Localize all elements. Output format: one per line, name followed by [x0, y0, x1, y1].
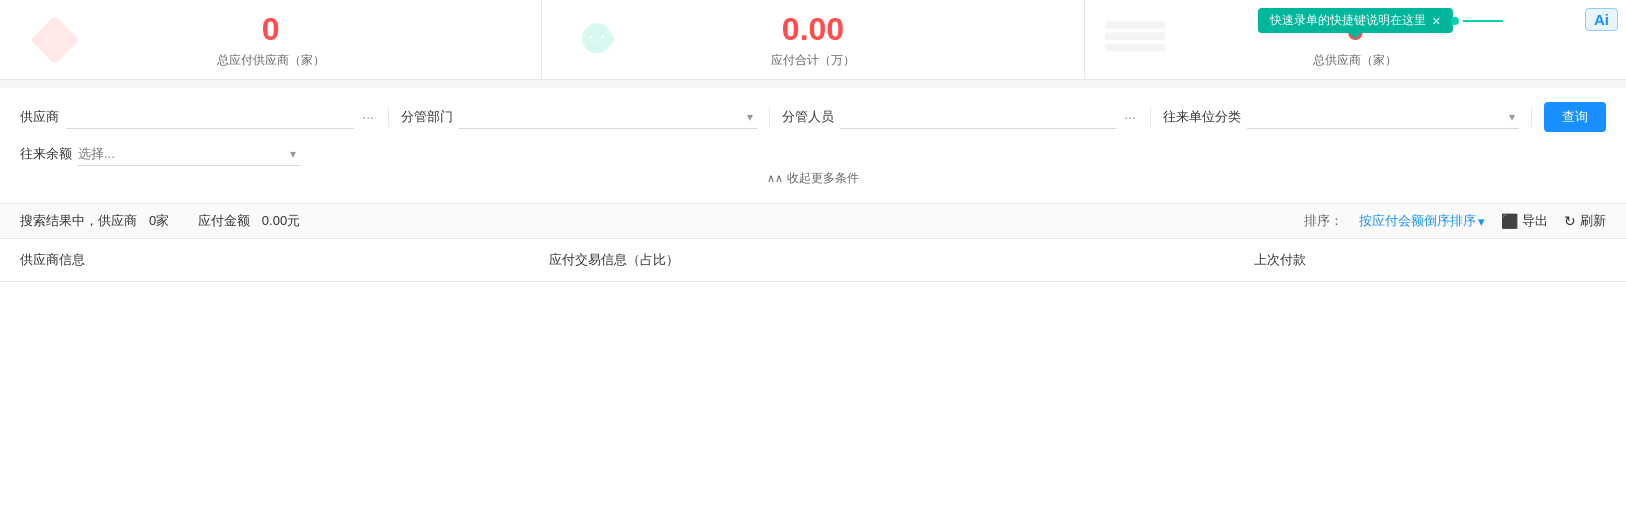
result-info: 搜索结果中，供应商 0家 应付金额 0.00元: [20, 212, 324, 230]
svg-text:¥: ¥: [51, 33, 59, 46]
col-last-payment: 上次付款: [1254, 251, 1606, 269]
col-supplier-info: 供应商信息: [20, 251, 549, 269]
dept-label: 分管部门: [401, 108, 453, 126]
supplier-more-button[interactable]: ···: [360, 109, 376, 125]
tooltip-bubble[interactable]: 快速录单的快捷键说明在这里 ×: [1258, 8, 1452, 33]
unit-class-input[interactable]: [1247, 105, 1519, 129]
balance-label: 往来余额: [20, 145, 72, 163]
query-button[interactable]: 查询: [1544, 102, 1606, 132]
export-icon: ⬛: [1501, 213, 1518, 229]
payable-total-number: 0.00: [782, 10, 844, 48]
piggy-icon: [572, 15, 622, 65]
filter-row-2: 往来余额 ▾: [20, 142, 1606, 166]
unit-class-label: 往来单位分类: [1163, 108, 1241, 126]
person-label: 分管人员: [782, 108, 834, 126]
dept-select-wrapper: ▾: [459, 105, 757, 129]
tooltip-dot: [1450, 17, 1458, 25]
sort-select[interactable]: 按应付会额倒序排序 ▾: [1359, 212, 1485, 230]
ai-badge[interactable]: Ai: [1585, 8, 1618, 31]
filter-supplier: 供应商 ···: [20, 105, 376, 129]
sort-chevron-icon: ▾: [1478, 214, 1485, 229]
svg-rect-8: [1105, 32, 1165, 40]
person-more-button[interactable]: ···: [1122, 109, 1138, 125]
export-button[interactable]: ⬛ 导出: [1501, 212, 1548, 230]
result-amount-prefix: 应付金额: [198, 213, 250, 228]
result-amount-value: 0.00元: [262, 213, 300, 228]
balance-select-wrapper: ▾: [78, 142, 300, 166]
dept-input[interactable]: [459, 105, 757, 129]
filter-unit-class: 往来单位分类 ▾: [1163, 105, 1519, 129]
table-header: 供应商信息 应付交易信息（占比） 上次付款: [0, 239, 1626, 282]
refresh-button[interactable]: ↻ 刷新: [1564, 212, 1606, 230]
divider-2: [769, 107, 770, 127]
refresh-label: 刷新: [1580, 212, 1606, 230]
tooltip-text: 快速录单的快捷键说明在这里: [1270, 12, 1426, 29]
svg-rect-9: [1105, 43, 1165, 51]
table-area: 供应商信息 应付交易信息（占比） 上次付款: [0, 239, 1626, 515]
balance-input[interactable]: [78, 142, 300, 166]
total-payable-number: 0: [262, 10, 280, 48]
filter-dept: 分管部门 ▾: [401, 105, 757, 129]
svg-point-2: [582, 23, 612, 53]
tooltip-line: [1462, 20, 1502, 22]
filter-area: 供应商 ··· 分管部门 ▾ 分管人员 ··· 往来单位分类 ▾: [0, 88, 1626, 204]
collapse-label: 收起更多条件: [787, 170, 859, 187]
svg-point-3: [590, 30, 595, 35]
collapse-button[interactable]: ∧∧ 收起更多条件: [20, 166, 1606, 195]
sort-label: 排序：: [1304, 212, 1343, 230]
stat-total-payable-suppliers: ¥ 0 总应付供应商（家）: [0, 0, 542, 79]
divider-3: [1150, 107, 1151, 127]
stat-total-suppliers: 快速录单的快捷键说明在这里 × 0 总供应商（家） Ai: [1085, 0, 1626, 79]
result-summary: 搜索结果中，供应商 0家 应付金额 0.00元: [20, 213, 312, 228]
rows-icon: [1105, 20, 1165, 60]
svg-point-5: [590, 35, 593, 38]
person-input[interactable]: [840, 105, 1116, 129]
filter-person: 分管人员 ···: [782, 105, 1138, 129]
divider-4: [1531, 107, 1532, 127]
table-body: [0, 282, 1626, 515]
payable-total-label: 应付合计（万）: [771, 52, 855, 69]
result-supplier-count: 0家: [149, 213, 169, 228]
sort-value: 按应付会额倒序排序: [1359, 212, 1476, 230]
refresh-icon: ↻: [1564, 213, 1576, 229]
svg-rect-7: [1105, 21, 1165, 29]
svg-point-6: [601, 35, 604, 38]
supplier-input[interactable]: [66, 105, 354, 129]
supplier-label: 供应商: [20, 108, 60, 126]
divider-1: [388, 107, 389, 127]
diamond-icon: ¥: [30, 15, 80, 65]
col-transaction-info: 应付交易信息（占比）: [549, 251, 1254, 269]
export-label: 导出: [1522, 212, 1548, 230]
filter-row-1: 供应商 ··· 分管部门 ▾ 分管人员 ··· 往来单位分类 ▾: [20, 102, 1606, 132]
total-suppliers-label: 总供应商（家）: [1313, 52, 1397, 69]
stat-payable-total: 0.00 应付合计（万）: [542, 0, 1084, 79]
collapse-up-icon: ∧∧: [767, 172, 783, 185]
stats-bar: ¥ 0 总应付供应商（家） 0.00 应付合计（万） 快速录单的快捷键说明在这里…: [0, 0, 1626, 80]
result-summary-prefix: 搜索结果中，供应商: [20, 213, 137, 228]
result-bar: 搜索结果中，供应商 0家 应付金额 0.00元 排序： 按应付会额倒序排序 ▾ ⬛ …: [0, 204, 1626, 239]
tooltip-close-button[interactable]: ×: [1432, 14, 1440, 28]
total-payable-label: 总应付供应商（家）: [217, 52, 325, 69]
unit-class-select-wrapper: ▾: [1247, 105, 1519, 129]
result-actions: 排序： 按应付会额倒序排序 ▾ ⬛ 导出 ↻ 刷新: [1304, 212, 1606, 230]
filter-balance: 往来余额 ▾: [20, 142, 300, 166]
